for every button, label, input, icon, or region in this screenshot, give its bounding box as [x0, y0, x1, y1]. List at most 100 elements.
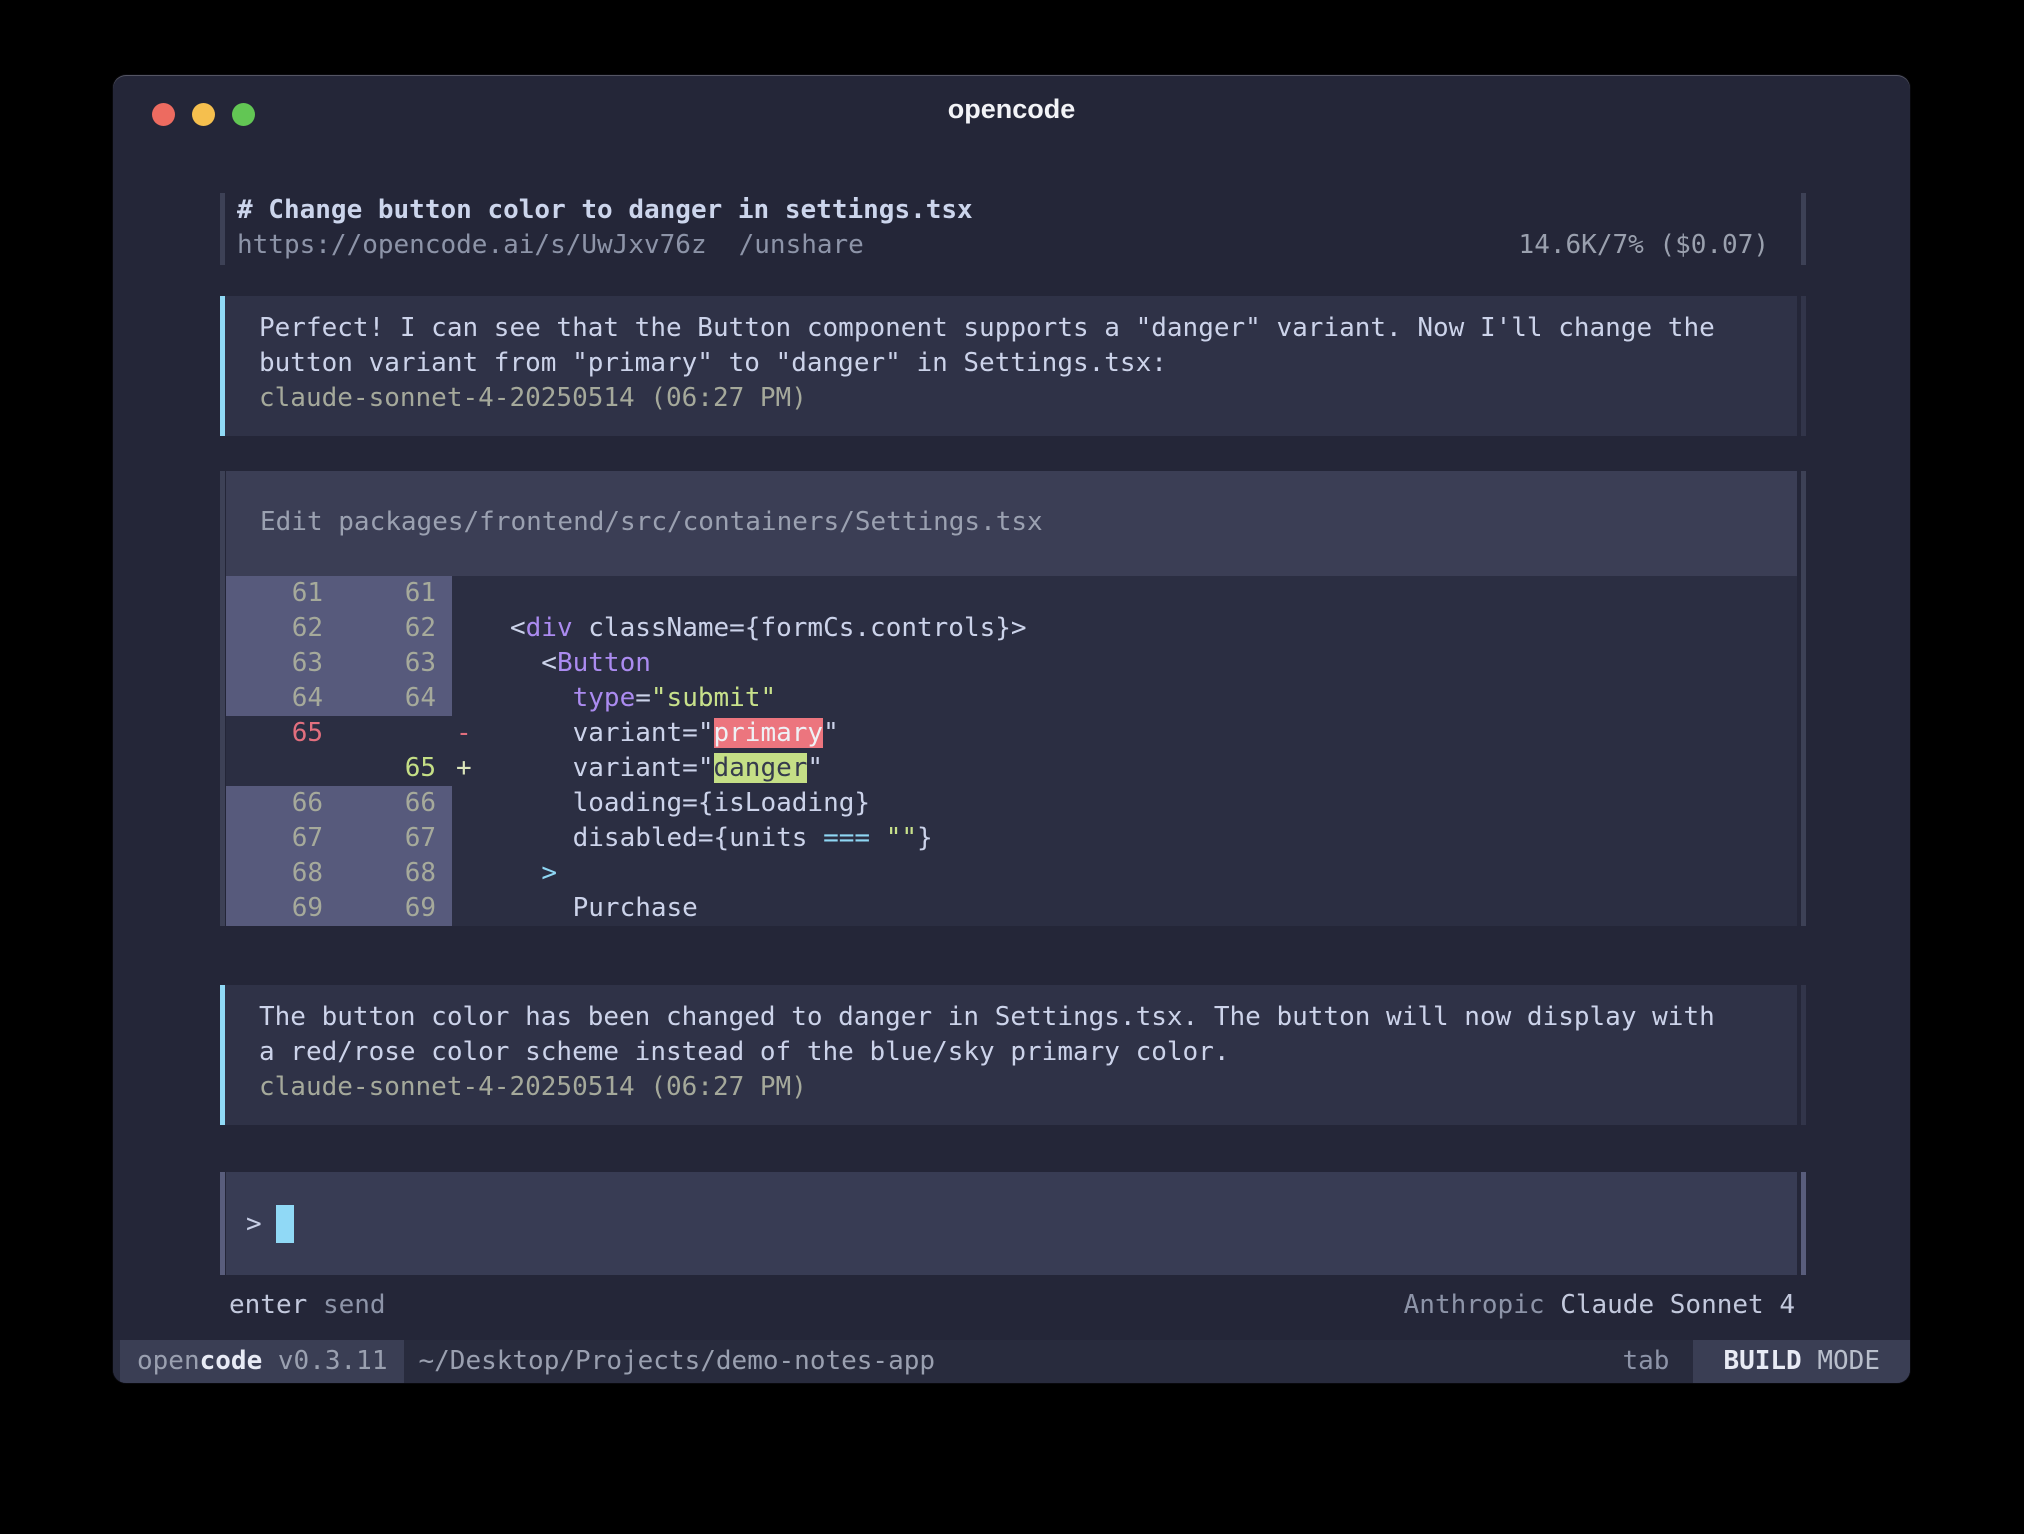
code-line: variant="danger" [482, 751, 1797, 786]
message-line: Perfect! I can see that the Button compo… [259, 311, 1797, 346]
message-line: button variant from "primary" to "danger… [259, 346, 1797, 381]
message-right-rule [1801, 985, 1806, 1125]
diff-marker [452, 611, 482, 646]
diff-marker [452, 821, 482, 856]
assistant-message: Perfect! I can see that the Button compo… [220, 296, 1806, 436]
old-line-number: 64 [226, 681, 339, 716]
mode-suffix: MODE [1802, 1346, 1880, 1376]
diff-marker: + [452, 751, 482, 786]
old-line-number: 66 [226, 786, 339, 821]
code-line [482, 576, 1797, 611]
status-bar: opencode v0.3.11 ~/Desktop/Projects/demo… [113, 1340, 1910, 1383]
mode-name: BUILD [1723, 1346, 1801, 1376]
diff-marker [452, 891, 482, 926]
app-version: v0.3.11 [262, 1346, 387, 1376]
titlebar: opencode [113, 75, 1910, 145]
old-line-number [226, 751, 339, 786]
panel-left-rule [220, 471, 225, 926]
code-line: disabled={units === ""} [482, 821, 1797, 856]
opencode-window: opencode # Change button color to danger… [113, 75, 1910, 1383]
code-line: <Button [482, 646, 1797, 681]
old-line-number: 65 [226, 716, 339, 751]
diff-row: 6363 <Button [226, 646, 1797, 681]
new-line-number: 61 [339, 576, 452, 611]
diff-marker: - [452, 716, 482, 751]
context-stats: 14.6K/7% ($0.07) [1519, 228, 1769, 263]
footer-hints: enter send Anthropic Claude Sonnet 4 [229, 1288, 1795, 1323]
model-name: Claude Sonnet 4 [1560, 1290, 1795, 1320]
message-text: Perfect! I can see that the Button compo… [259, 311, 1797, 381]
assistant-message: The button color has been changed to dan… [220, 985, 1806, 1125]
tool-label: Edit [260, 507, 323, 537]
old-line-number: 68 [226, 856, 339, 891]
diff-marker [452, 576, 482, 611]
message-line: The button color has been changed to dan… [259, 1000, 1797, 1035]
code-line: Purchase [482, 891, 1797, 926]
diff-row: 6464 type="submit" [226, 681, 1797, 716]
new-line-number: 64 [339, 681, 452, 716]
mode-toggle[interactable]: BUILD MODE [1693, 1340, 1910, 1383]
diff-row: 6666 loading={isLoading} [226, 786, 1797, 821]
code-line: variant="primary" [482, 716, 1797, 751]
prompt-symbol: > [246, 1209, 262, 1239]
old-line-number: 63 [226, 646, 339, 681]
window-title: opencode [113, 75, 1910, 143]
code-line: <div className={formCs.controls}> [482, 611, 1797, 646]
session-title: # Change button color to danger in setti… [237, 193, 1769, 228]
diff-row: 6161 [226, 576, 1797, 611]
diff-row: 65+ variant="danger" [226, 751, 1797, 786]
prompt-input[interactable]: > [220, 1172, 1806, 1275]
code-line: loading={isLoading} [482, 786, 1797, 821]
old-line-number: 62 [226, 611, 339, 646]
desktop: { "window": { "title": "opencode" }, "he… [0, 0, 2024, 1534]
diff-row: 6262 <div className={formCs.controls}> [226, 611, 1797, 646]
working-directory: ~/Desktop/Projects/demo-notes-app [418, 1340, 935, 1383]
diff-marker [452, 786, 482, 821]
diff-row: 6767 disabled={units === ""} [226, 821, 1797, 856]
new-line-number: 68 [339, 856, 452, 891]
session-header-right-rule [1801, 193, 1806, 265]
input-right-rule [1801, 1172, 1806, 1275]
new-line-number: 69 [339, 891, 452, 926]
new-line-number: 63 [339, 646, 452, 681]
enter-key-hint: enter [229, 1290, 307, 1320]
send-action-label: send [323, 1290, 386, 1320]
message-text: The button color has been changed to dan… [259, 1000, 1797, 1070]
model-provider: Anthropic [1404, 1290, 1545, 1320]
share-url[interactable]: https://opencode.ai/s/UwJxv76z [237, 230, 707, 260]
diff-row: 6969 Purchase [226, 891, 1797, 926]
old-line-number: 61 [226, 576, 339, 611]
model-meta: claude-sonnet-4-20250514 (06:27 PM) [259, 381, 1797, 416]
text-cursor [276, 1205, 294, 1243]
edit-file-header: Edit packages/frontend/src/containers/Se… [226, 471, 1797, 576]
diff-row: 65 - variant="primary" [226, 716, 1797, 751]
tab-key-hint: tab [1622, 1340, 1669, 1383]
new-line-number: 65 [339, 751, 452, 786]
code-line: > [482, 856, 1797, 891]
message-right-rule [1801, 296, 1806, 436]
send-action-hint [307, 1290, 323, 1320]
code-line: type="submit" [482, 681, 1797, 716]
old-line-number: 69 [226, 891, 339, 926]
diff-marker [452, 681, 482, 716]
new-line-number [339, 716, 452, 751]
new-line-number: 62 [339, 611, 452, 646]
app-version-chip: opencode v0.3.11 [120, 1340, 404, 1383]
file-path: packages/frontend/src/containers/Setting… [338, 507, 1042, 537]
diff-rows: 61616262 <div className={formCs.controls}… [226, 576, 1797, 926]
unshare-command[interactable]: /unshare [739, 230, 864, 260]
app-name-code: code [200, 1346, 263, 1376]
app-name-open: open [137, 1346, 200, 1376]
new-line-number: 67 [339, 821, 452, 856]
panel-right-rule [1801, 471, 1806, 926]
input-left-rule [220, 1172, 225, 1275]
old-line-number: 67 [226, 821, 339, 856]
diff-marker [452, 856, 482, 891]
session-header-left-rule [220, 193, 225, 265]
session-header: # Change button color to danger in setti… [220, 193, 1806, 265]
model-meta: claude-sonnet-4-20250514 (06:27 PM) [259, 1070, 1797, 1105]
edit-tool-panel: Edit packages/frontend/src/containers/Se… [220, 471, 1806, 926]
new-line-number: 66 [339, 786, 452, 821]
diff-marker [452, 646, 482, 681]
message-line: a red/rose color scheme instead of the b… [259, 1035, 1797, 1070]
